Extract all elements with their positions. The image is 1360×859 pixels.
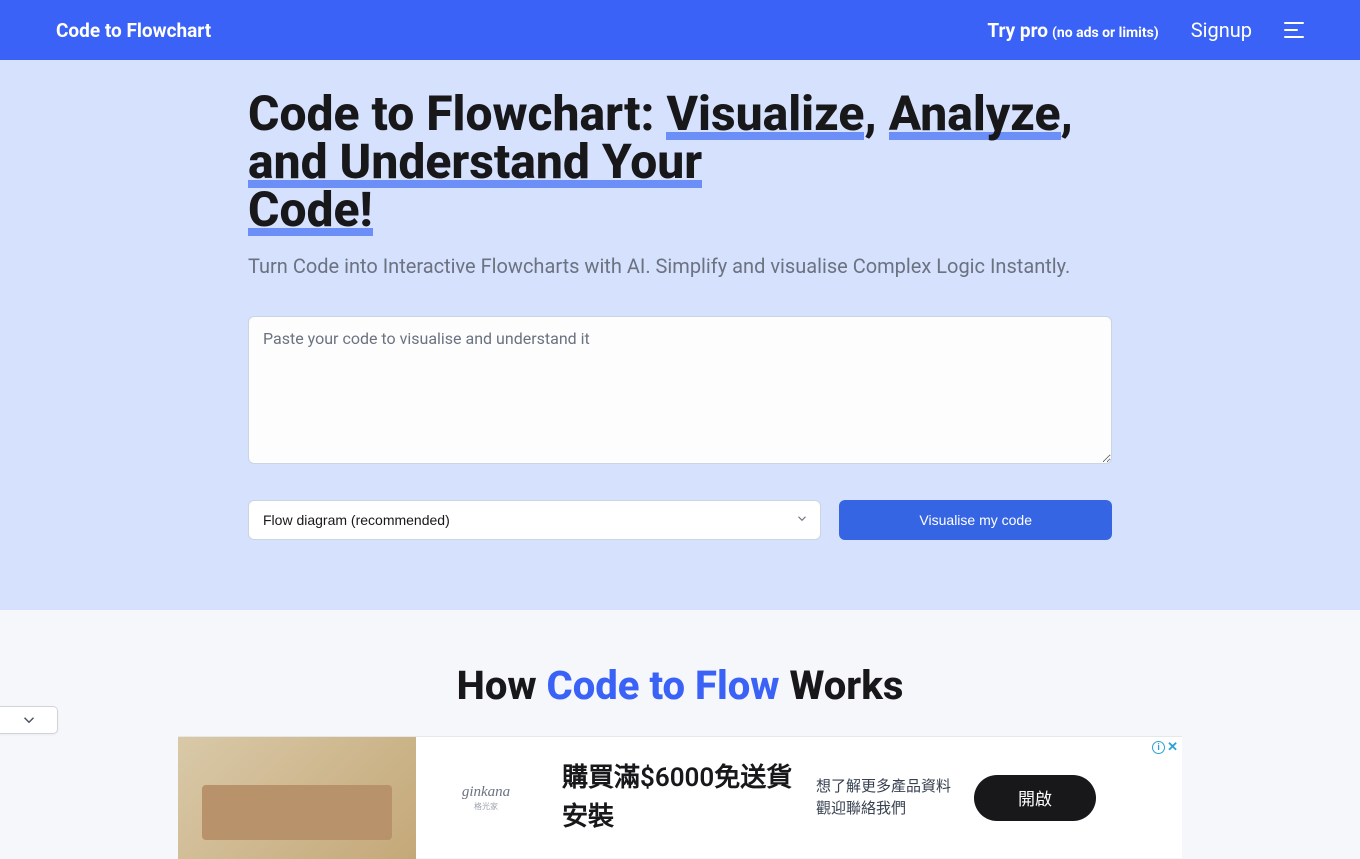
- ad-side-text: 想了解更多產品資料觀迎聯絡我們: [816, 776, 966, 820]
- ad-corner: i ✕: [1152, 741, 1178, 754]
- ad-logo-sub: 格光家: [416, 801, 556, 812]
- controls-row: Flow diagram (recommended) Visualise my …: [248, 500, 1112, 540]
- ad-image[interactable]: [178, 737, 416, 859]
- ad-collapse-tab[interactable]: [0, 706, 58, 734]
- hero-title: Code to Flowchart: Visualize, Analyze, a…: [248, 90, 1112, 234]
- header-right: Try pro (no ads or limits) Signup: [987, 18, 1304, 42]
- hero-section: Code to Flowchart: Visualize, Analyze, a…: [0, 60, 1360, 610]
- logo[interactable]: Code to Flowchart: [56, 19, 211, 42]
- ad-logo: ginkana 格光家: [416, 784, 556, 812]
- ad-main-text: 購買滿$6000免送貨安裝: [556, 759, 816, 837]
- try-pro-sublabel: (no ads or limits): [1052, 25, 1159, 41]
- ad-logo-text: ginkana: [416, 784, 556, 801]
- chevron-down-icon: [20, 711, 38, 729]
- visualise-button[interactable]: Visualise my code: [839, 500, 1112, 540]
- code-input[interactable]: [248, 316, 1112, 464]
- ad-close-icon[interactable]: ✕: [1167, 741, 1178, 754]
- header: Code to Flowchart Try pro (no ads or lim…: [0, 0, 1360, 60]
- diagram-type-select[interactable]: Flow diagram (recommended): [248, 500, 821, 540]
- diagram-type-select-wrap: Flow diagram (recommended): [248, 500, 821, 540]
- signup-link[interactable]: Signup: [1191, 18, 1252, 42]
- ad-open-button[interactable]: 開啟: [974, 775, 1096, 821]
- how-title: How Code to Flow Works: [0, 662, 1360, 709]
- how-section: How Code to Flow Works: [0, 610, 1360, 709]
- hamburger-menu-icon[interactable]: [1284, 22, 1304, 38]
- try-pro-link[interactable]: Try pro (no ads or limits): [987, 19, 1158, 42]
- try-pro-label: Try pro: [987, 19, 1048, 42]
- hero-subtitle: Turn Code into Interactive Flowcharts wi…: [248, 252, 1112, 280]
- ad-banner: ginkana 格光家 購買滿$6000免送貨安裝 想了解更多產品資料觀迎聯絡我…: [178, 736, 1182, 858]
- ad-info-icon[interactable]: i: [1152, 741, 1165, 754]
